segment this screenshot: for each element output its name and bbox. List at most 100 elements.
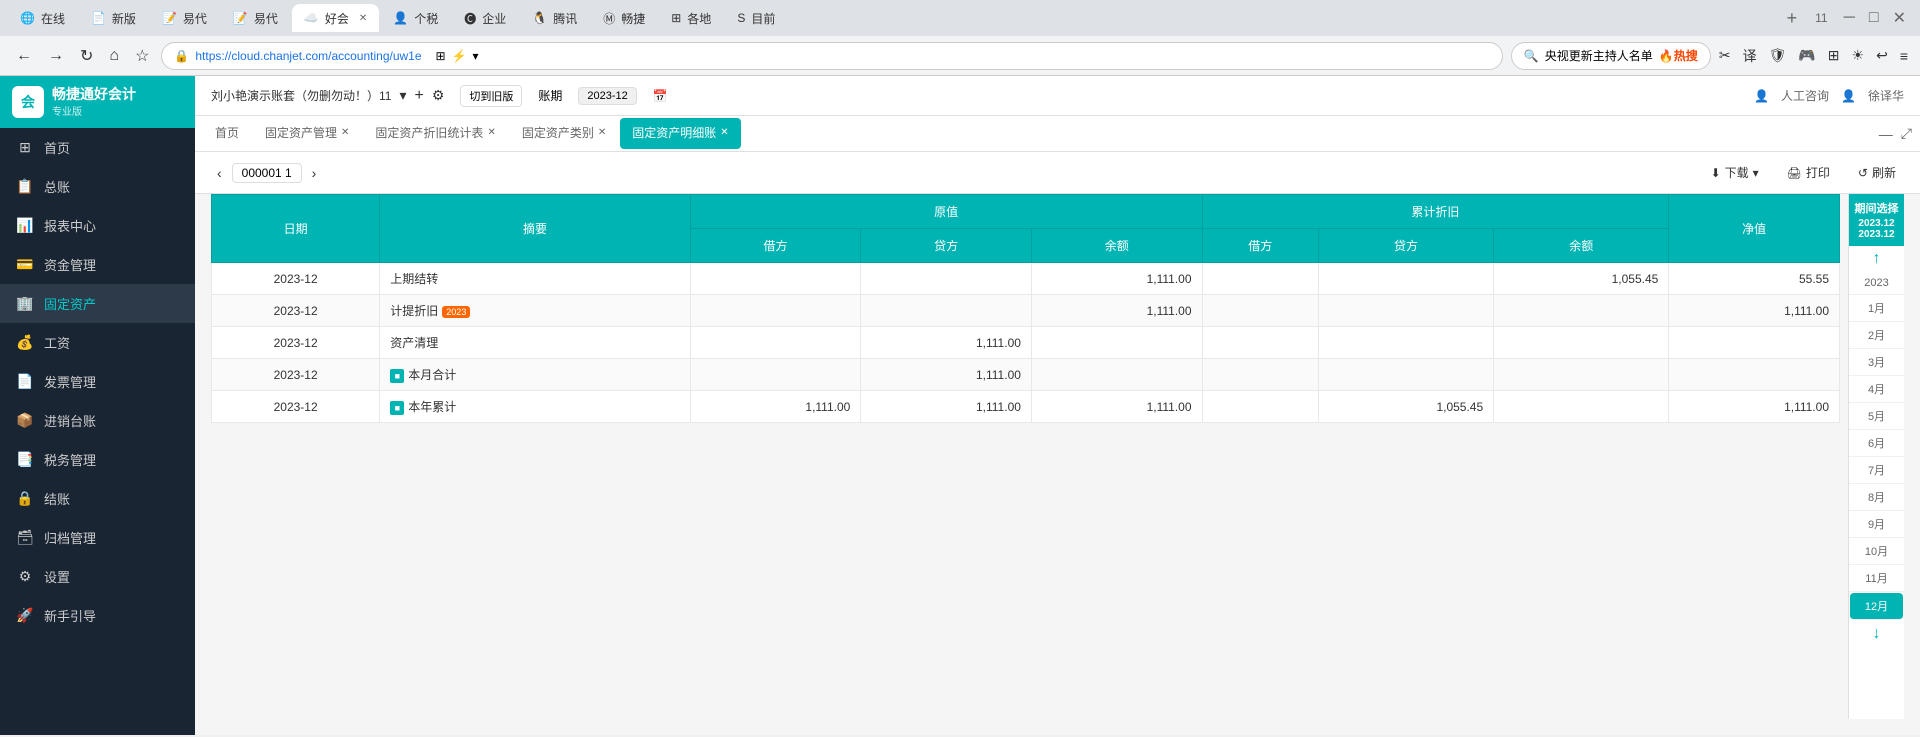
- download-dropdown-icon[interactable]: ▾: [1753, 166, 1759, 180]
- user-name-label[interactable]: 徐译华: [1868, 87, 1904, 104]
- reload-button[interactable]: ↻: [76, 42, 97, 70]
- hot-search-label[interactable]: 🔥热搜: [1659, 47, 1698, 64]
- period-month-4月[interactable]: 4月: [1849, 376, 1904, 403]
- th-leji-credit: 贷方: [1318, 229, 1493, 263]
- sidebar-item-general-ledger[interactable]: 📋总账: [0, 167, 195, 206]
- dropdown-arrow-icon[interactable]: ▾: [399, 87, 406, 104]
- next-page-button[interactable]: ›: [306, 163, 323, 183]
- sidebar-item-guide[interactable]: 🚀新手引导: [0, 596, 195, 635]
- cell-leji-debit: [1202, 359, 1318, 391]
- switch-to-old-button[interactable]: 切到旧版: [460, 85, 522, 107]
- app-container: 会 畅捷通好会计 专业版 ⊞首页📋总账📊报表中心💳资金管理🏢固定资产💰工资📄发票…: [0, 76, 1920, 735]
- home-button[interactable]: ⌂: [105, 43, 123, 69]
- page-tab-asset-category[interactable]: 固定资产类别✕: [510, 118, 618, 149]
- dropdown-icon[interactable]: ▾: [473, 49, 479, 63]
- lightning-icon[interactable]: ⚡: [452, 49, 467, 63]
- browser-tab-tab6[interactable]: 👤个税: [381, 4, 450, 32]
- refresh-button[interactable]: ↺ 刷新: [1850, 160, 1904, 185]
- sidebar-item-inventory[interactable]: 📦进销台账: [0, 401, 195, 440]
- sidebar-icon-invoice: 📄: [16, 373, 34, 391]
- period-selector-header: 期间选择 2023.12 2023.12: [1849, 194, 1904, 246]
- browser-tab-tab2[interactable]: 📄新版: [79, 4, 148, 32]
- qr-icon[interactable]: ⊞: [436, 49, 446, 63]
- tab-close-icon[interactable]: ✕: [359, 13, 367, 24]
- period-month-6月[interactable]: 6月: [1849, 430, 1904, 457]
- grid-icon[interactable]: ⊞: [1828, 47, 1840, 64]
- user-account-name: 刘小艳演示账套（勿删勿动！）11: [211, 87, 391, 104]
- game-icon[interactable]: 🎮: [1798, 47, 1815, 64]
- sidebar-item-reports[interactable]: 📊报表中心: [0, 206, 195, 245]
- forward-button[interactable]: →: [44, 43, 68, 69]
- period-month-8月[interactable]: 8月: [1849, 484, 1904, 511]
- browser-tab-tab5[interactable]: ☁️好会✕: [292, 4, 379, 32]
- sidebar-item-home[interactable]: ⊞首页: [0, 128, 195, 167]
- bookmark-button[interactable]: ☆: [131, 42, 153, 70]
- period-month-5月[interactable]: 5月: [1849, 403, 1904, 430]
- period-month-1月[interactable]: 1月: [1849, 295, 1904, 322]
- period-month-9月[interactable]: 9月: [1849, 511, 1904, 538]
- prev-page-button[interactable]: ‹: [211, 163, 228, 183]
- minimize-panel-button[interactable]: —: [1879, 126, 1893, 142]
- sidebar-item-archive[interactable]: 🗃归档管理: [0, 518, 195, 557]
- logo-main-text: 畅捷通好会计: [52, 86, 136, 103]
- search-bar[interactable]: 🔍 央视更新主持人名单 🔥热搜: [1511, 42, 1711, 70]
- page-tab-close-asset-category[interactable]: ✕: [598, 127, 606, 138]
- period-scroll-up-button[interactable]: ↑: [1849, 246, 1904, 272]
- period-month-7月[interactable]: 7月: [1849, 457, 1904, 484]
- sidebar-item-fixed-assets[interactable]: 🏢固定资产: [0, 284, 195, 323]
- sidebar-item-settings[interactable]: ⚙设置: [0, 557, 195, 596]
- sidebar-label-guide: 新手引导: [44, 606, 96, 625]
- period-month-2月[interactable]: 2月: [1849, 322, 1904, 349]
- page-tab-fixed-assets-mgmt[interactable]: 固定资产管理✕: [253, 118, 361, 149]
- period-year[interactable]: 2023: [1849, 272, 1904, 295]
- browser-tab-tab4[interactable]: 📝易代: [221, 4, 290, 32]
- add-account-button[interactable]: +: [415, 87, 424, 105]
- menu-icon[interactable]: ≡: [1900, 48, 1908, 64]
- address-bar[interactable]: 🔒 https://cloud.chanjet.com/accounting/u…: [161, 42, 1502, 70]
- customer-service-label[interactable]: 人工咨询: [1781, 87, 1829, 104]
- page-tab-close-asset-ledger[interactable]: ✕: [720, 127, 728, 138]
- browser-tab-tab10[interactable]: ⊞各地: [659, 4, 723, 32]
- shield-icon[interactable]: 🛡: [1769, 47, 1787, 64]
- sidebar-item-funds[interactable]: 💳资金管理: [0, 245, 195, 284]
- sidebar-icon-reports: 📊: [16, 217, 34, 235]
- new-tab-button[interactable]: +: [1779, 8, 1806, 29]
- close-window-button[interactable]: ✕: [1887, 8, 1912, 28]
- minimize-button[interactable]: ─: [1838, 9, 1861, 27]
- print-button[interactable]: 🖨 打印: [1779, 160, 1838, 185]
- undo-icon[interactable]: ↩: [1876, 47, 1888, 64]
- period-month-10月[interactable]: 10月: [1849, 538, 1904, 565]
- period-month-12月[interactable]: 12月: [1850, 593, 1903, 620]
- page-tab-close-fixed-assets-mgmt[interactable]: ✕: [341, 127, 349, 138]
- settings-account-icon[interactable]: ⚙: [432, 87, 445, 104]
- page-tab-asset-ledger[interactable]: 固定资产明细账✕: [620, 118, 740, 149]
- page-input[interactable]: [232, 163, 302, 183]
- page-tab-close-depreciation-stats[interactable]: ✕: [487, 127, 495, 138]
- page-tab-home[interactable]: 首页: [203, 118, 251, 149]
- sidebar-item-payroll[interactable]: 💰工资: [0, 323, 195, 362]
- browser-tab-tab11[interactable]: S目前: [725, 4, 787, 32]
- sidebar-item-closing[interactable]: 🔒结账: [0, 479, 195, 518]
- browser-tab-tab3[interactable]: 📝易代: [150, 4, 219, 32]
- browser-tab-tab1[interactable]: 🌐在线: [8, 4, 77, 32]
- cell-leji-balance: [1494, 295, 1669, 327]
- back-button[interactable]: ←: [12, 43, 36, 69]
- sun-icon[interactable]: ☀: [1852, 47, 1865, 64]
- period-month-3月[interactable]: 3月: [1849, 349, 1904, 376]
- browser-tab-tab9[interactable]: Ⓜ畅捷: [591, 4, 657, 32]
- maximize-panel-button[interactable]: ⤢: [1901, 125, 1912, 142]
- browser-tab-tab7[interactable]: 🅒企业: [452, 4, 518, 32]
- scissors-icon[interactable]: ✂: [1719, 47, 1731, 64]
- period-scroll-down-button[interactable]: ↓: [1849, 621, 1904, 647]
- calendar-icon[interactable]: 📅: [653, 89, 668, 103]
- period-month-11月[interactable]: 11月: [1849, 565, 1904, 592]
- cell-date: 2023-12: [212, 327, 380, 359]
- sidebar-item-invoice[interactable]: 📄发票管理: [0, 362, 195, 401]
- browser-tab-tab8[interactable]: 🐧腾讯: [520, 4, 589, 32]
- translate-icon[interactable]: 译: [1743, 46, 1757, 66]
- page-tab-depreciation-stats[interactable]: 固定资产折旧统计表✕: [363, 118, 507, 149]
- download-button[interactable]: ⬇ 下载 ▾: [1703, 160, 1767, 185]
- sidebar-item-tax[interactable]: 📑税务管理: [0, 440, 195, 479]
- toolbar-actions: ⬇ 下载 ▾ 🖨 打印 ↺ 刷新: [1703, 160, 1904, 185]
- maximize-button[interactable]: □: [1863, 9, 1885, 27]
